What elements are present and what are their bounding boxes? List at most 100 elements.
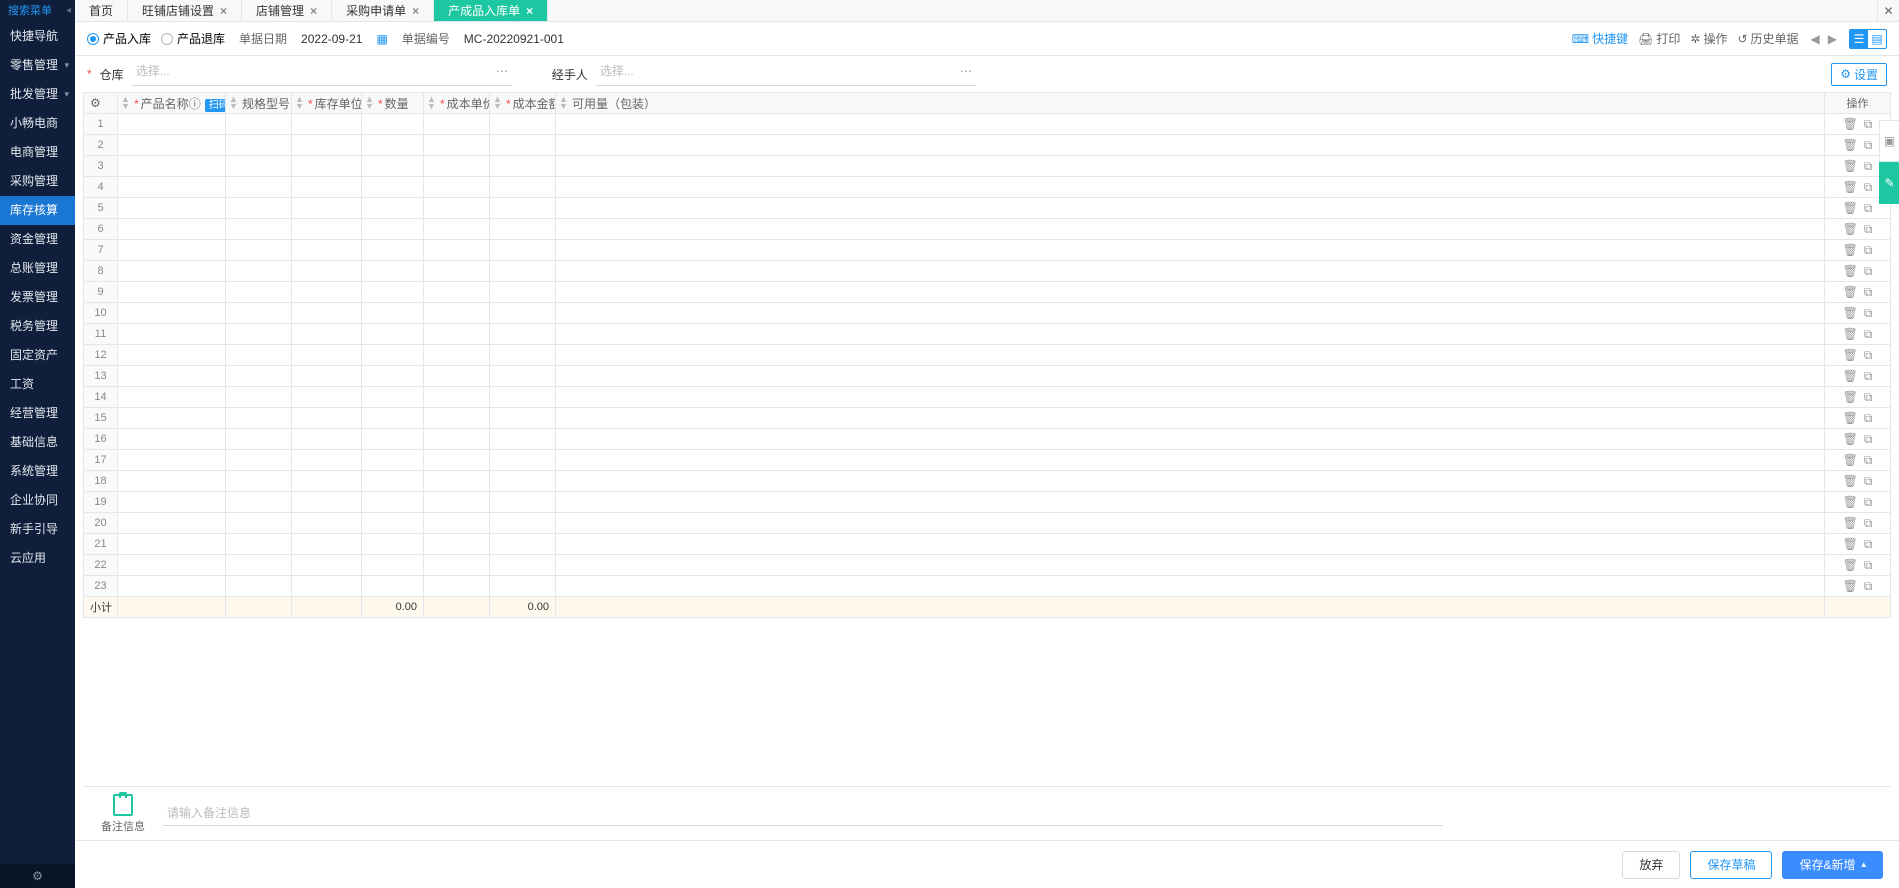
cell[interactable]	[490, 114, 556, 135]
cell[interactable]	[556, 576, 1825, 597]
cell[interactable]	[362, 303, 424, 324]
sidebar-item-1[interactable]: 零售管理	[0, 51, 75, 80]
cell[interactable]	[118, 471, 226, 492]
th-qty[interactable]: ▲▼*数量	[362, 93, 424, 114]
cell[interactable]	[490, 282, 556, 303]
cell[interactable]	[424, 135, 490, 156]
th-product[interactable]: ▲▼*产品名称ⓘ扫码录入	[118, 93, 226, 114]
cell[interactable]	[490, 534, 556, 555]
cell[interactable]	[118, 177, 226, 198]
copy-row-icon[interactable]: ⧉	[1864, 285, 1873, 299]
cell[interactable]	[490, 345, 556, 366]
cell[interactable]	[362, 534, 424, 555]
delete-row-icon[interactable]: 🗑	[1843, 117, 1858, 131]
cell[interactable]	[362, 576, 424, 597]
delete-row-icon[interactable]: 🗑	[1843, 369, 1858, 383]
cell[interactable]	[490, 576, 556, 597]
cell[interactable]	[226, 429, 292, 450]
cell[interactable]	[362, 156, 424, 177]
cell[interactable]	[490, 198, 556, 219]
copy-row-icon[interactable]: ⧉	[1864, 348, 1873, 362]
cell[interactable]	[118, 408, 226, 429]
date-value[interactable]: 2022-09-21	[301, 32, 362, 46]
print-button[interactable]: 🖨打印	[1638, 30, 1680, 47]
sidebar-item-6[interactable]: 库存核算	[0, 196, 75, 225]
cell[interactable]	[118, 303, 226, 324]
cell[interactable]	[292, 135, 362, 156]
cell[interactable]	[556, 471, 1825, 492]
cell[interactable]	[118, 450, 226, 471]
tab-4[interactable]: 产成品入库单×	[434, 0, 548, 21]
cell[interactable]	[424, 219, 490, 240]
cell[interactable]	[424, 576, 490, 597]
cell[interactable]	[424, 429, 490, 450]
cell[interactable]	[362, 345, 424, 366]
cell[interactable]	[118, 555, 226, 576]
copy-row-icon[interactable]: ⧉	[1864, 558, 1873, 572]
cell[interactable]	[556, 219, 1825, 240]
cell[interactable]	[292, 471, 362, 492]
operate-button[interactable]: ✲操作	[1690, 30, 1727, 47]
delete-row-icon[interactable]: 🗑	[1843, 558, 1858, 572]
warehouse-select[interactable]: 选择...	[132, 62, 512, 86]
cell[interactable]	[556, 408, 1825, 429]
sidebar-item-14[interactable]: 基础信息	[0, 428, 75, 457]
cell[interactable]	[424, 387, 490, 408]
cell[interactable]	[118, 156, 226, 177]
close-icon[interactable]: ×	[526, 0, 533, 22]
cell[interactable]	[292, 555, 362, 576]
delete-row-icon[interactable]: 🗑	[1843, 537, 1858, 551]
cell[interactable]	[490, 555, 556, 576]
copy-row-icon[interactable]: ⧉	[1864, 495, 1873, 509]
cell[interactable]	[490, 324, 556, 345]
copy-row-icon[interactable]: ⧉	[1864, 537, 1873, 551]
cell[interactable]	[226, 408, 292, 429]
cell[interactable]	[556, 324, 1825, 345]
cell[interactable]	[424, 555, 490, 576]
th-avail[interactable]: ▲▼可用量（包装）	[556, 93, 1825, 114]
th-price[interactable]: ▲▼*成本单价	[424, 93, 490, 114]
sidebar-search[interactable]: 搜索菜单	[0, 0, 75, 22]
delete-row-icon[interactable]: 🗑	[1843, 432, 1858, 446]
cell[interactable]	[362, 261, 424, 282]
copy-row-icon[interactable]: ⧉	[1864, 243, 1873, 257]
th-amount[interactable]: ▲▼*成本金额	[490, 93, 556, 114]
sidebar-item-4[interactable]: 电商管理	[0, 138, 75, 167]
cell[interactable]	[362, 324, 424, 345]
save-draft-button[interactable]: 保存草稿	[1690, 851, 1772, 879]
copy-row-icon[interactable]: ⧉	[1864, 180, 1873, 194]
cell[interactable]	[362, 177, 424, 198]
delete-row-icon[interactable]: 🗑	[1843, 306, 1858, 320]
cell[interactable]	[490, 261, 556, 282]
cell[interactable]	[292, 534, 362, 555]
sidebar-item-16[interactable]: 企业协同	[0, 486, 75, 515]
cell[interactable]	[362, 114, 424, 135]
copy-row-icon[interactable]: ⧉	[1864, 306, 1873, 320]
delete-row-icon[interactable]: 🗑	[1843, 285, 1858, 299]
cell[interactable]	[118, 198, 226, 219]
cell[interactable]	[424, 345, 490, 366]
cell[interactable]	[490, 387, 556, 408]
hotkey-button[interactable]: ⌨快捷键	[1572, 30, 1628, 47]
sidebar-settings-button[interactable]: ⚙	[0, 864, 75, 888]
sidebar-item-9[interactable]: 发票管理	[0, 283, 75, 312]
cell[interactable]	[490, 471, 556, 492]
cell[interactable]	[292, 492, 362, 513]
cell[interactable]	[362, 513, 424, 534]
cell[interactable]	[292, 513, 362, 534]
cell[interactable]	[292, 219, 362, 240]
cell[interactable]	[362, 408, 424, 429]
history-button[interactable]: ↺历史单据	[1737, 30, 1798, 47]
radio-product-out[interactable]: 产品退库	[161, 30, 225, 47]
sidebar-item-18[interactable]: 云应用	[0, 544, 75, 573]
copy-row-icon[interactable]: ⧉	[1864, 411, 1873, 425]
cell[interactable]	[118, 576, 226, 597]
cell[interactable]	[226, 198, 292, 219]
cell[interactable]	[226, 345, 292, 366]
cell[interactable]	[362, 429, 424, 450]
cell[interactable]	[362, 366, 424, 387]
cell[interactable]	[556, 429, 1825, 450]
close-icon[interactable]: ×	[310, 0, 317, 22]
cell[interactable]	[226, 240, 292, 261]
cell[interactable]	[424, 282, 490, 303]
